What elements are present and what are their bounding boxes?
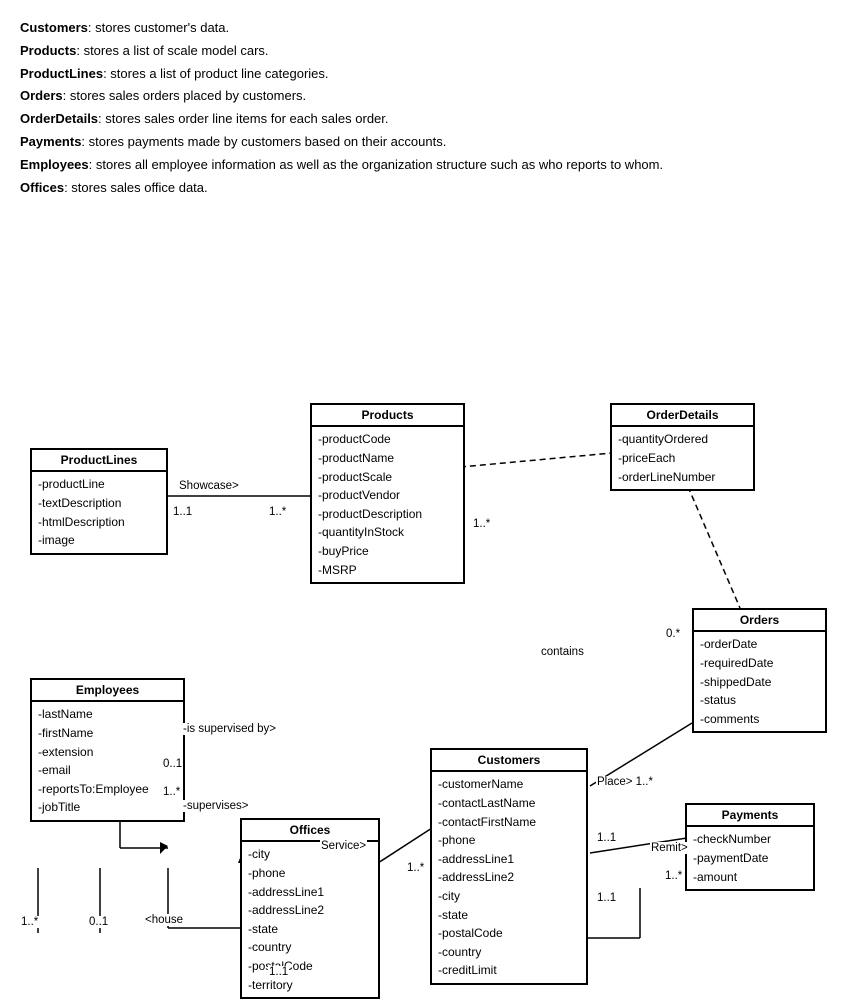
label-11-offices: 1..1 — [268, 966, 289, 978]
box-orders: Orders -orderDate -requiredDate -shipped… — [692, 608, 827, 733]
label-1star-offices: 1..* — [406, 862, 425, 874]
box-orders-title: Orders — [694, 610, 825, 632]
label-house: <house — [144, 914, 184, 926]
uml-diagram: ProductLines -productLine -textDescripti… — [20, 228, 834, 948]
box-orderdetails: OrderDetails -quantityOrdered -priceEach… — [610, 403, 755, 491]
label-1star-payments: 1..* — [664, 870, 683, 882]
box-employees-body: -lastName -firstName -extension -email -… — [32, 702, 183, 820]
label-service: Service> — [320, 840, 367, 852]
box-payments-body: -checkNumber -paymentDate -amount — [687, 827, 813, 889]
label-01-emp: 0..1 — [162, 758, 183, 770]
label-0star-orders: 0.* — [665, 628, 681, 640]
label-place: Place> 1..* — [596, 776, 654, 788]
label-11-cust-orders: 1..1 — [596, 832, 617, 844]
description-section: Customers: stores customer's data. Produ… — [20, 18, 834, 198]
label-1star-bottom: 1..* — [20, 916, 39, 928]
box-customers-body: -customerName -contactLastName -contactF… — [432, 772, 586, 983]
box-productlines-title: ProductLines — [32, 450, 166, 472]
label-remit: Remit> — [650, 842, 689, 854]
box-payments: Payments -checkNumber -paymentDate -amou… — [685, 803, 815, 891]
label-contains: contains — [540, 646, 585, 658]
box-products-title: Products — [312, 405, 463, 427]
label-supervised: -is supervised by> — [182, 723, 277, 735]
label-01-bottom: 0..1 — [88, 916, 109, 928]
box-customers: Customers -customerName -contactLastName… — [430, 748, 588, 985]
label-11-cust-bottom: 1..1 — [596, 892, 617, 904]
box-employees-title: Employees — [32, 680, 183, 702]
box-productlines-body: -productLine -textDescription -htmlDescr… — [32, 472, 166, 552]
box-products: Products -productCode -productName -prod… — [310, 403, 465, 584]
label-showcase: Showcase> — [178, 480, 240, 492]
label-supervises: -supervises> — [182, 800, 250, 812]
box-payments-title: Payments — [687, 805, 813, 827]
label-1star-emp: 1..* — [162, 786, 181, 798]
box-employees: Employees -lastName -firstName -extensio… — [30, 678, 185, 822]
box-products-body: -productCode -productName -productScale … — [312, 427, 463, 582]
box-orders-body: -orderDate -requiredDate -shippedDate -s… — [694, 632, 825, 731]
box-offices-title: Offices — [242, 820, 378, 842]
box-productlines: ProductLines -productLine -textDescripti… — [30, 448, 168, 554]
box-customers-title: Customers — [432, 750, 586, 772]
label-1star-products: 1..* — [268, 506, 287, 518]
box-orderdetails-body: -quantityOrdered -priceEach -orderLineNu… — [612, 427, 753, 489]
box-orderdetails-title: OrderDetails — [612, 405, 753, 427]
label-11-productlines: 1..1 — [172, 506, 193, 518]
label-1star-orderdetails: 1..* — [472, 518, 491, 530]
